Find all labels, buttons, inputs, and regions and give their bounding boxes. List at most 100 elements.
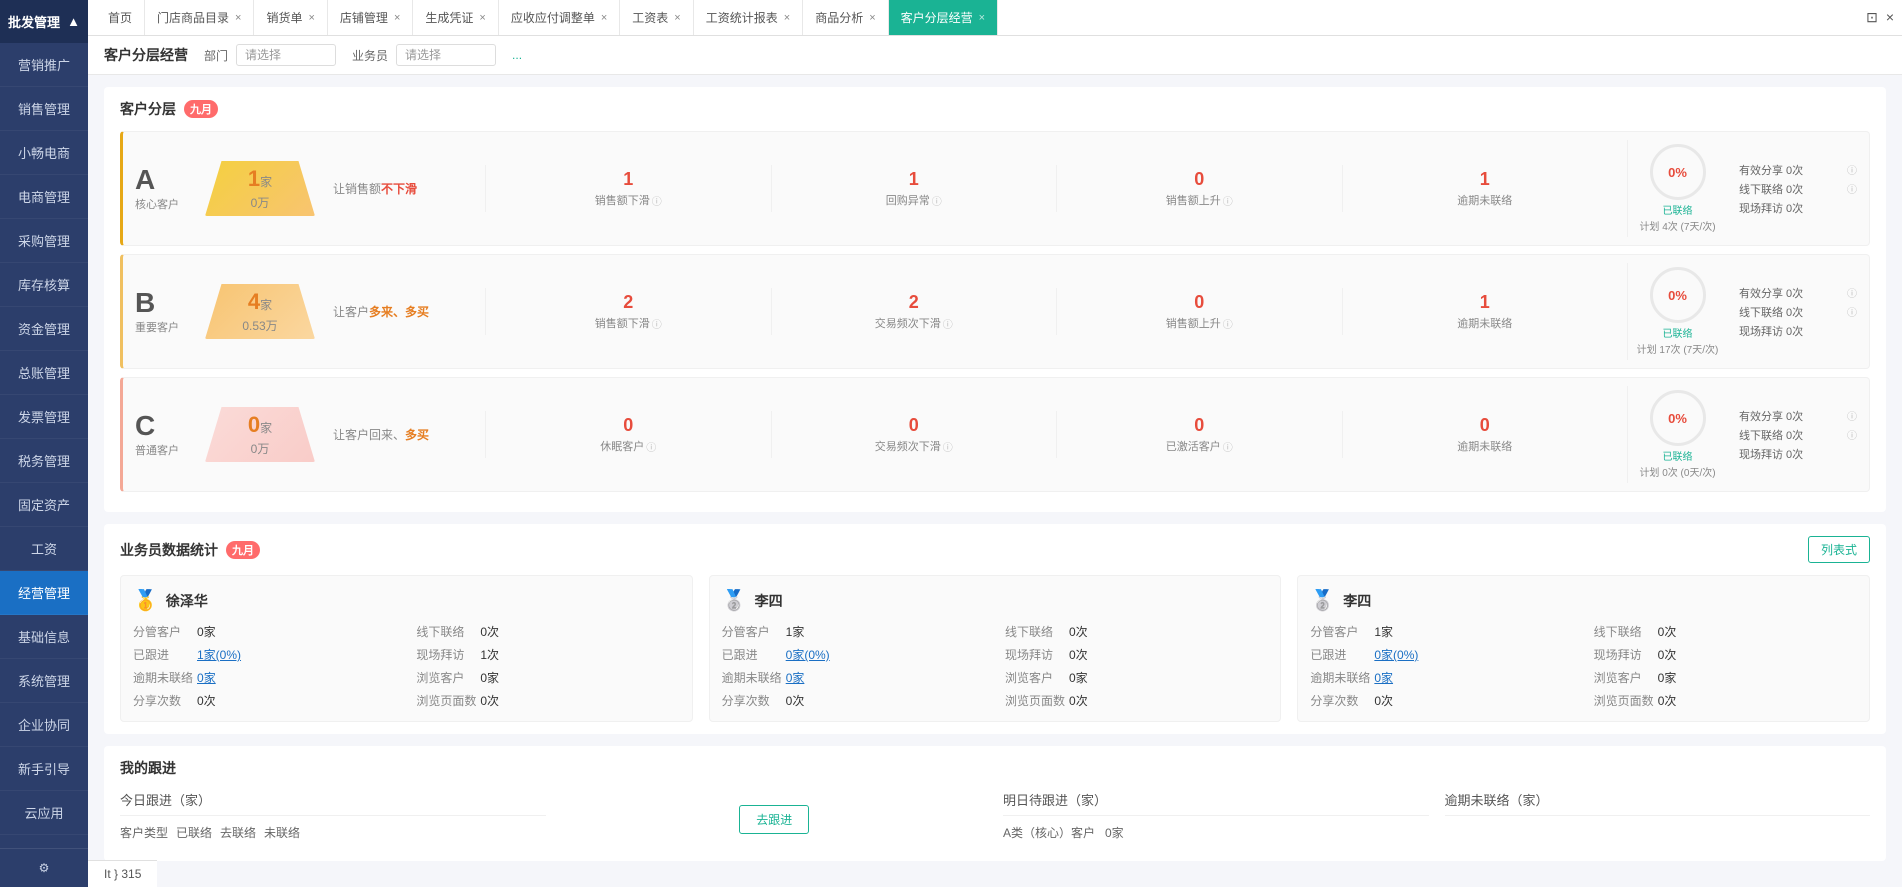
sidebar-item-basic-info[interactable]: 基础信息 <box>0 615 88 659</box>
tier-c-stats: 0 休眠客户 ⓘ 0 交易频次下滑 ⓘ 0 已激活客户 ⓘ 0 逾期未联络 <box>485 411 1627 458</box>
followup-col-tomorrow-title: 明日待跟进（家） <box>1003 790 1429 816</box>
tab-close-icon[interactable]: × <box>235 12 241 24</box>
biz-stat-row: 现场拜访0次 <box>1594 646 1857 663</box>
biz-card-1: 🥈 李四 分管客户1家 线下联络0次 已跟进0家(0%) 现场拜访0次 逾期未联… <box>709 575 1282 722</box>
tab-close-icon[interactable]: × <box>601 12 607 24</box>
tier-a-count: 1家 0万 <box>205 157 325 220</box>
tab-close-icon[interactable]: × <box>784 12 790 24</box>
tab-voucher[interactable]: 生成凭证× <box>413 0 498 36</box>
tab-ar-adjustment[interactable]: 应收应付调整单× <box>499 0 620 36</box>
tab-close-icon[interactable]: × <box>869 12 875 24</box>
tab-bar-actions: ⊡ × <box>1866 9 1894 26</box>
biz-section-header: 业务员数据统计 九月 列表式 <box>120 536 1870 563</box>
sidebar-item-collab[interactable]: 企业协同 <box>0 703 88 747</box>
sidebar-item-tax[interactable]: 税务管理 <box>0 439 88 483</box>
sidebar-item-payroll[interactable]: 工资 <box>0 527 88 571</box>
biz-cards: 🥇 徐泽华 分管客户0家 线下联络0次 已跟进1家(0%) 现场拜访1次 逾期未… <box>120 575 1870 722</box>
sidebar-collapse-icon[interactable]: ▲ <box>67 14 80 29</box>
biz-stat-row: 浏览页面数0次 <box>416 692 679 709</box>
sidebar-item-management[interactable]: 经营管理 <box>0 571 88 615</box>
biz-stat-row: 分享次数0次 <box>722 692 985 709</box>
tab-restore-icon[interactable]: ⊡ <box>1866 9 1878 26</box>
tier-b-stat-2[interactable]: 0 销售额上升 ⓘ <box>1056 288 1342 335</box>
tier-b-stat-0[interactable]: 2 销售额下滑 ⓘ <box>485 288 771 335</box>
followup-section: 我的跟进 今日跟进（家） 客户类型 已联络 去联络 未联络 <box>104 746 1886 861</box>
biz-card-0: 🥇 徐泽华 分管客户0家 线下联络0次 已跟进1家(0%) 现场拜访1次 逾期未… <box>120 575 693 722</box>
biz-stat-row: 分管客户1家 <box>1310 623 1573 640</box>
followup-col-overdue-title: 逾期未联络（家） <box>1445 790 1871 816</box>
sidebar-item-sales[interactable]: 销售管理 <box>0 87 88 131</box>
followup-col-tomorrow: 明日待跟进（家） A类（核心）客户 0家 <box>1003 790 1429 849</box>
tab-close-icon[interactable]: × <box>674 12 680 24</box>
biz-stat-row: 浏览客户0家 <box>1005 669 1268 686</box>
tier-b-stats: 2 销售额下滑 ⓘ 2 交易频次下滑 ⓘ 0 销售额上升 ⓘ 1 逾期未联络 <box>485 288 1627 335</box>
biz-stat-row: 已跟进1家(0%) <box>133 646 396 663</box>
tab-close-all-icon[interactable]: × <box>1886 9 1894 26</box>
bottom-bar: It } 315 <box>88 860 157 887</box>
biz-stat-row: 线下联络0次 <box>416 623 679 640</box>
sidebar-header: 批发管理 ▲ <box>0 0 88 43</box>
sidebar-item-ecommerce[interactable]: 电商管理 <box>0 175 88 219</box>
tab-store-mgmt[interactable]: 店铺管理× <box>328 0 413 36</box>
sidebar-item-finance[interactable]: 资金管理 <box>0 307 88 351</box>
tab-payroll-report[interactable]: 工资统计报表× <box>694 0 803 36</box>
staff-select[interactable]: 请选择 <box>396 44 496 66</box>
tab-close-icon[interactable]: × <box>394 12 400 24</box>
tier-c-count: 0家 0万 <box>205 403 325 466</box>
sidebar-item-marketing[interactable]: 营销推广 <box>0 43 88 87</box>
list-view-btn[interactable]: 列表式 <box>1808 536 1870 563</box>
sidebar-item-assets[interactable]: 固定资产 <box>0 483 88 527</box>
tab-close-icon[interactable]: × <box>479 12 485 24</box>
biz-card-2-header: 🥈 李四 <box>1310 588 1857 613</box>
sidebar-item-invoice[interactable]: 发票管理 <box>0 395 88 439</box>
biz-stat-row: 现场拜访0次 <box>1005 646 1268 663</box>
sidebar-item-system[interactable]: 系统管理 <box>0 659 88 703</box>
tab-product-analysis[interactable]: 商品分析× <box>803 0 888 36</box>
sidebar-item-purchase[interactable]: 采购管理 <box>0 219 88 263</box>
tier-c-stat-3[interactable]: 0 逾期未联络 <box>1342 411 1628 458</box>
sidebar-item-cloud[interactable]: 云应用 <box>0 791 88 835</box>
tier-c-stat-2[interactable]: 0 已激活客户 ⓘ <box>1056 411 1342 458</box>
settings-icon[interactable]: ⚙ <box>0 848 88 887</box>
tier-b-side: 有效分享 0次ⓘ 线下联络 0次ⓘ 现场拜访 0次 <box>1727 285 1857 339</box>
content-body: 客户分层 九月 A 核心客户 1家 0万 <box>88 75 1902 887</box>
sidebar-item-ledger[interactable]: 总账管理 <box>0 351 88 395</box>
tier-a-label: A 核心客户 <box>135 166 205 212</box>
sidebar-item-inventory[interactable]: 库存核算 <box>0 263 88 307</box>
tier-a-stat-1[interactable]: 1 回购异常 ⓘ <box>771 165 1057 212</box>
biz-stat-row: 分享次数0次 <box>133 692 396 709</box>
sidebar-item-guide[interactable]: 新手引导 <box>0 747 88 791</box>
tier-row-a: A 核心客户 1家 0万 让销售额不下滑 <box>120 131 1870 246</box>
tab-sales-order[interactable]: 销货单× <box>254 0 327 36</box>
tier-c-stat-0[interactable]: 0 休眠客户 ⓘ <box>485 411 771 458</box>
tier-row-c: C 普通客户 0家 0万 让客户回来、多买 <box>120 377 1870 492</box>
tier-b-suggestion: 让客户多来、多买 <box>325 303 485 320</box>
page-title: 客户分层经营 <box>104 45 188 65</box>
customer-tier-title: 客户分层 九月 <box>120 99 1870 119</box>
tab-close-icon[interactable]: × <box>979 12 985 24</box>
filter-more-btn[interactable]: ... <box>512 48 522 62</box>
tab-close-icon[interactable]: × <box>308 12 314 24</box>
biz-stat-row: 浏览客户0家 <box>1594 669 1857 686</box>
tab-home[interactable]: 首页 <box>96 0 145 36</box>
tab-customer-tier[interactable]: 客户分层经营× <box>889 0 998 36</box>
tab-store-products[interactable]: 门店商品目录× <box>145 0 254 36</box>
sidebar-item-ecommerce-small[interactable]: 小畅电商 <box>0 131 88 175</box>
dept-select[interactable]: 请选择 <box>236 44 336 66</box>
tier-b-stat-1[interactable]: 2 交易频次下滑 ⓘ <box>771 288 1057 335</box>
tier-b-stat-3[interactable]: 1 逾期未联络 <box>1342 288 1628 335</box>
tab-payroll[interactable]: 工资表× <box>620 0 693 36</box>
biz-title: 业务员数据统计 九月 <box>120 540 260 560</box>
tier-a-stat-0[interactable]: 1 销售额下滑 ⓘ <box>485 165 771 212</box>
staff-filter: 业务员 请选择 <box>352 44 496 66</box>
tier-c-stat-1[interactable]: 0 交易频次下滑 ⓘ <box>771 411 1057 458</box>
tier-a-stat-3[interactable]: 1 逾期未联络 <box>1342 165 1628 212</box>
goto-followup-btn[interactable]: 去跟进 <box>739 805 809 834</box>
tier-b-circle: 0% 已联络 计划 17次 (7天/次) <box>1627 263 1727 360</box>
tier-a-stat-2[interactable]: 0 销售额上升 ⓘ <box>1056 165 1342 212</box>
biz-stat-row: 浏览客户0家 <box>416 669 679 686</box>
followup-cols: 今日跟进（家） 客户类型 已联络 去联络 未联络 去跟进 <box>120 790 1870 849</box>
tier-c-circle: 0% 已联络 计划 0次 (0天/次) <box>1627 386 1727 483</box>
dept-label: 部门 <box>204 47 228 64</box>
followup-today-content: 客户类型 已联络 去联络 未联络 <box>120 824 546 841</box>
